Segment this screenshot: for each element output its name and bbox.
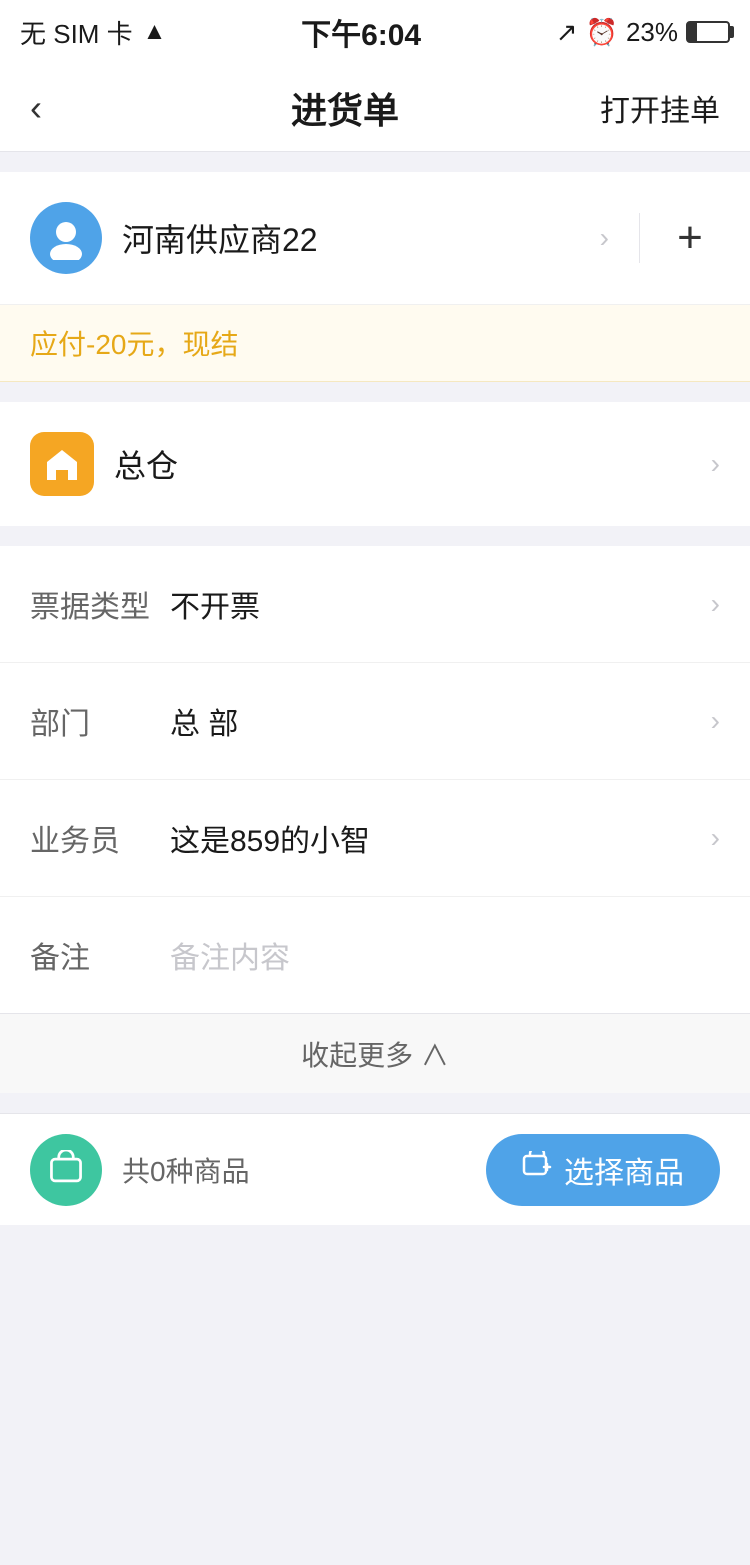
product-count-text: 共0种商品 — [122, 1150, 486, 1190]
bottom-bar: 共0种商品 选择商品 — [0, 1113, 750, 1225]
salesperson-value: 这是859的小智 — [170, 816, 711, 860]
invoice-type-row[interactable]: 票据类型 不开票 › — [0, 546, 750, 663]
supplier-chevron-icon: › — [600, 222, 609, 254]
supplier-avatar — [30, 202, 102, 274]
invoice-type-value: 不开票 — [170, 582, 711, 626]
location-icon: ↗ — [556, 17, 578, 48]
cart-icon — [46, 1150, 86, 1190]
remarks-input[interactable]: 备注内容 — [170, 933, 720, 977]
warehouse-name: 总仓 — [114, 441, 711, 487]
back-button[interactable]: ‹ — [30, 87, 90, 129]
gap-1 — [0, 152, 750, 172]
battery-text: 23% — [626, 17, 678, 48]
department-chevron-icon: › — [711, 705, 720, 737]
page-bottom — [0, 1225, 750, 1565]
department-label: 部门 — [30, 699, 170, 743]
warning-banner: 应付-20元，现结 — [0, 305, 750, 382]
salesperson-chevron-icon: › — [711, 822, 720, 854]
warehouse-row[interactable]: 总仓 › — [0, 402, 750, 526]
vertical-divider — [639, 213, 640, 263]
invoice-type-chevron-icon: › — [711, 588, 720, 620]
supplier-row[interactable]: 河南供应商22 › + — [0, 172, 750, 305]
nav-bar: ‹ 进货单 打开挂单 — [0, 64, 750, 152]
department-value: 总 部 — [170, 699, 711, 743]
select-product-button[interactable]: 选择商品 — [486, 1134, 720, 1206]
warehouse-icon — [30, 432, 94, 496]
alarm-icon: ⏰ — [586, 17, 618, 48]
supplier-section: 河南供应商22 › + 应付-20元，现结 — [0, 172, 750, 382]
warehouse-section: 总仓 › — [0, 402, 750, 526]
battery-icon — [686, 21, 730, 43]
open-pending-button[interactable]: 打开挂单 — [600, 86, 720, 130]
status-time: 下午6:04 — [301, 10, 421, 54]
add-supplier-button[interactable]: + — [660, 213, 720, 263]
salesperson-label: 业务员 — [30, 816, 170, 860]
home-icon — [42, 444, 82, 484]
supplier-name: 河南供应商22 — [122, 215, 600, 261]
department-row[interactable]: 部门 总 部 › — [0, 663, 750, 780]
gap-3 — [0, 526, 750, 546]
select-product-label: 选择商品 — [564, 1148, 684, 1192]
carrier-text: 无 SIM 卡 — [20, 14, 133, 51]
select-product-icon — [522, 1151, 552, 1189]
warning-text: 应付-20元，现结 — [30, 329, 238, 360]
page-title: 进货单 — [291, 82, 399, 134]
remarks-row[interactable]: 备注 备注内容 — [0, 897, 750, 1013]
salesperson-row[interactable]: 业务员 这是859的小智 › — [0, 780, 750, 897]
invoice-type-label: 票据类型 — [30, 582, 170, 626]
status-carrier: 无 SIM 卡 ▲ — [20, 14, 166, 51]
remarks-label: 备注 — [30, 933, 170, 977]
user-icon — [44, 216, 88, 260]
status-right: ↗ ⏰ 23% — [556, 17, 730, 48]
status-bar: 无 SIM 卡 ▲ 下午6:04 ↗ ⏰ 23% — [0, 0, 750, 64]
product-count-icon — [30, 1134, 102, 1206]
collapse-button[interactable]: 收起更多 ∧ — [0, 1013, 750, 1093]
gap-2 — [0, 382, 750, 402]
form-section: 票据类型 不开票 › 部门 总 部 › 业务员 这是859的小智 › 备注 备注… — [0, 546, 750, 1013]
wifi-icon: ▲ — [143, 18, 167, 46]
warehouse-chevron-icon: › — [711, 448, 720, 480]
